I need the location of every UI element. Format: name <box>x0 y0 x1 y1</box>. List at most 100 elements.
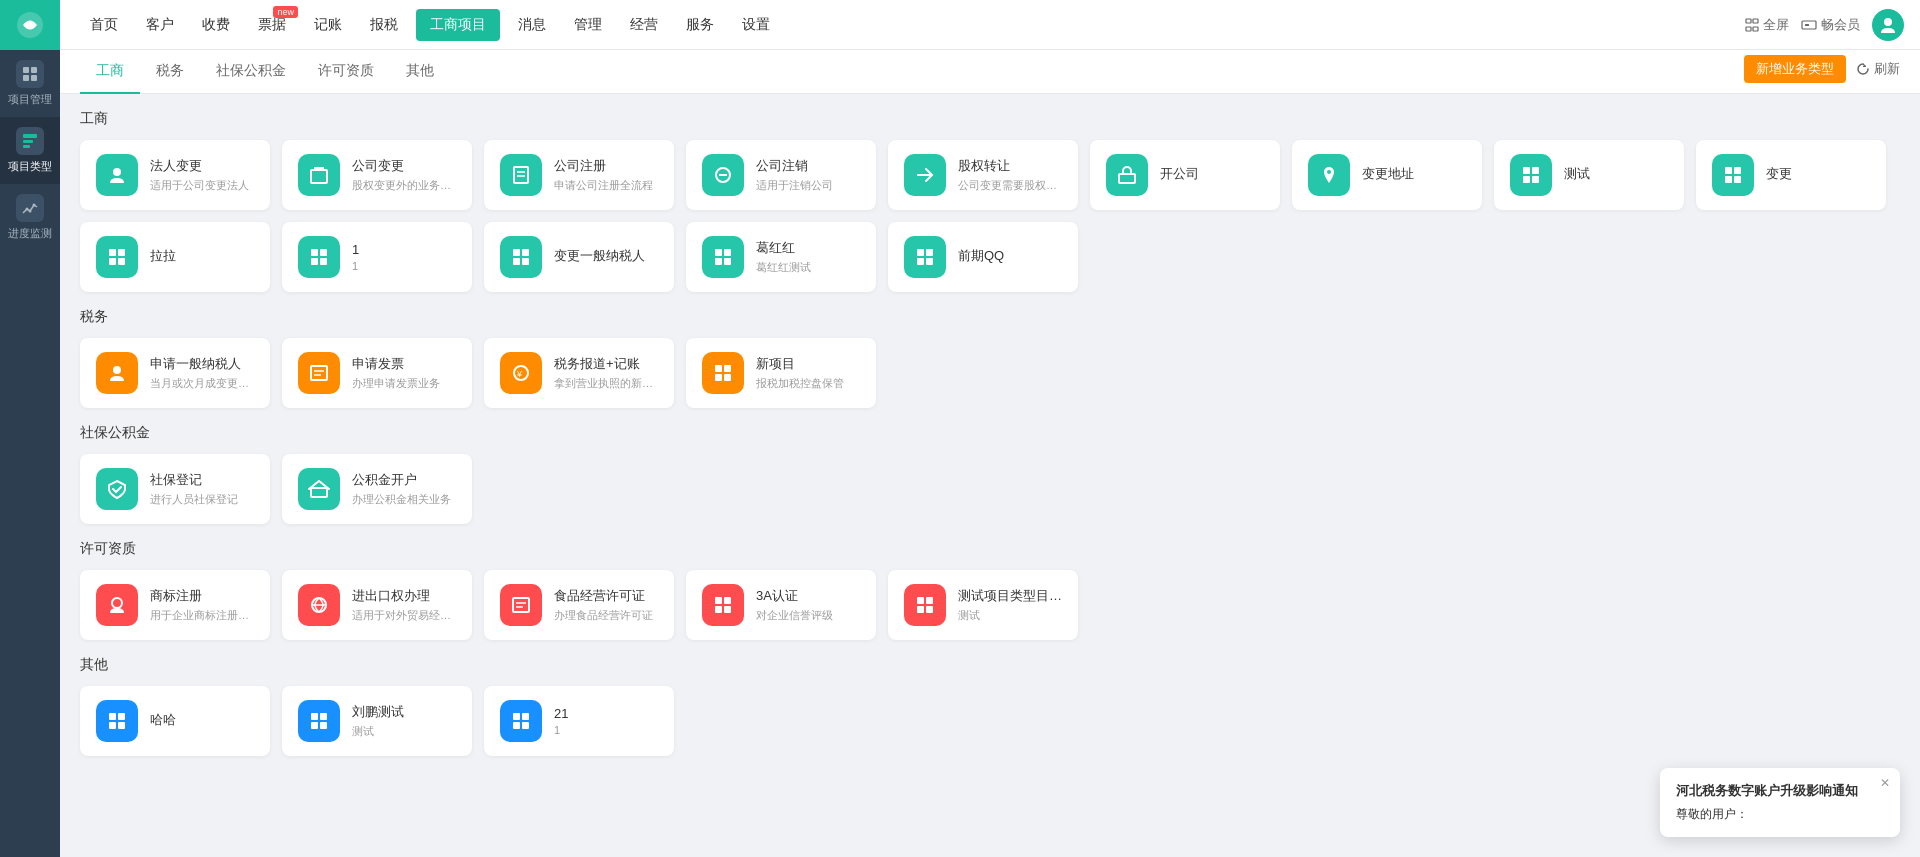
nav-accounting[interactable]: 记账 <box>300 0 356 50</box>
card-desc-food-permit: 办理食品经营许可证 <box>554 608 658 623</box>
card-icon-import-export <box>298 584 340 626</box>
card-import-export[interactable]: 进出口权办理 适用于对外贸易经营者 <box>282 570 472 640</box>
nav-services[interactable]: 服务 <box>672 0 728 50</box>
card-desc-trademark: 用于企业商标注册服务 <box>150 608 254 623</box>
sidebar: 项目管理 项目类型 进度监测 <box>0 0 60 857</box>
tab-xuke[interactable]: 许可资质 <box>302 50 390 94</box>
card-icon-trademark <box>96 584 138 626</box>
card-open-company[interactable]: 开公司 <box>1090 140 1280 210</box>
svg-rect-74 <box>715 606 722 613</box>
card-title-tax-bookkeeping: 税务报道+记账 <box>554 355 658 373</box>
svg-rect-29 <box>1532 167 1539 174</box>
nav-settings[interactable]: 设置 <box>728 0 784 50</box>
svg-rect-36 <box>109 249 116 256</box>
svg-point-67 <box>112 598 122 608</box>
nav-customer[interactable]: 客户 <box>132 0 188 50</box>
sidebar-item-project-type[interactable]: 项目类型 <box>0 117 60 184</box>
card-test-type-def[interactable]: 测试项目类型目定义 测试 <box>888 570 1078 640</box>
card-trademark[interactable]: 商标注册 用于企业商标注册服务 <box>80 570 270 640</box>
card-test1[interactable]: 测试 <box>1494 140 1684 210</box>
card-title-liupeng-test: 刘鹏测试 <box>352 703 456 721</box>
card-title-haha: 哈哈 <box>150 711 254 729</box>
svg-rect-62 <box>715 365 722 372</box>
card-apply-invoice[interactable]: 申请发票 办理申请发票业务 <box>282 338 472 408</box>
card-num21[interactable]: 21 1 <box>484 686 674 756</box>
sidebar-logo[interactable] <box>0 0 60 50</box>
svg-rect-85 <box>320 713 327 720</box>
nav-messages[interactable]: 消息 <box>504 0 560 50</box>
section-title-xuke: 许可资质 <box>80 540 1900 558</box>
card-food-permit[interactable]: 食品经营许可证 办理食品经营许可证 <box>484 570 674 640</box>
fullscreen-button[interactable]: 全屏 <box>1745 16 1789 34</box>
card-desc-apply-invoice: 办理申请发票业务 <box>352 376 456 391</box>
tab-shuiwu[interactable]: 税务 <box>140 50 200 94</box>
nav-management[interactable]: 管理 <box>560 0 616 50</box>
card-change-address[interactable]: 变更地址 <box>1292 140 1482 210</box>
card-lala[interactable]: 拉拉 <box>80 222 270 292</box>
card-icon-test1 <box>1510 154 1552 196</box>
sidebar-item-project-manage[interactable]: 项目管理 <box>0 50 60 117</box>
tab-other[interactable]: 其他 <box>390 50 450 94</box>
section-title-gongshang: 工商 <box>80 110 1900 128</box>
card-qianqi-qq[interactable]: 前期QQ <box>888 222 1078 292</box>
card-title-equity-transfer: 股权转让 <box>958 157 1062 175</box>
svg-rect-77 <box>926 597 933 604</box>
card-mahonghong[interactable]: 葛红红 葛红红测试 <box>686 222 876 292</box>
card-tax-bookkeeping[interactable]: ¥ 税务报道+记账 拿到营业执照的新公司 <box>484 338 674 408</box>
card-desc-3a-cert: 对企业信誉评级 <box>756 608 860 623</box>
card-liupeng-test[interactable]: 刘鹏测试 测试 <box>282 686 472 756</box>
card-legal-change[interactable]: 法人变更 适用于公司变更法人 <box>80 140 270 210</box>
tab-shebao[interactable]: 社保公积金 <box>200 50 302 94</box>
card-company-reg[interactable]: 公司注册 申请公司注册全流程 <box>484 140 674 210</box>
card-icon-test-type-def <box>904 584 946 626</box>
card-title-lala: 拉拉 <box>150 247 254 265</box>
card-icon-change-address <box>1308 154 1350 196</box>
card-title-test1: 测试 <box>1564 165 1668 183</box>
nav-home[interactable]: 首页 <box>76 0 132 50</box>
svg-rect-12 <box>1746 19 1751 23</box>
refresh-button[interactable]: 刷新 <box>1856 60 1900 78</box>
tab-gongshang[interactable]: 工商 <box>80 50 140 94</box>
card-haha[interactable]: 哈哈 <box>80 686 270 756</box>
member-button[interactable]: 畅会员 <box>1801 16 1860 34</box>
card-title-open-company: 开公司 <box>1160 165 1264 183</box>
card-title-import-export: 进出口权办理 <box>352 587 456 605</box>
notification-close-button[interactable]: ✕ <box>1880 776 1890 790</box>
svg-rect-54 <box>917 258 924 265</box>
nav-billing[interactable]: 收费 <box>188 0 244 50</box>
card-change1[interactable]: 变更 <box>1696 140 1886 210</box>
card-title-apply-taxpayer: 申请一般纳税人 <box>150 355 254 373</box>
card-desc-equity-transfer: 公司变更需要股权转让 <box>958 178 1062 193</box>
card-company-cancel[interactable]: 公司注销 适用于注销公司 <box>686 140 876 210</box>
card-apply-taxpayer[interactable]: 申请一般纳税人 当月或次月成变更完成 <box>80 338 270 408</box>
sidebar-item-progress-monitor[interactable]: 进度监测 <box>0 184 60 251</box>
nav-industry[interactable]: 工商项目 <box>416 9 500 41</box>
card-company-change[interactable]: 公司变更 股权变更外的业务变更 <box>282 140 472 210</box>
card-icon-mahonghong <box>702 236 744 278</box>
card-icon-company-reg <box>500 154 542 196</box>
svg-rect-83 <box>118 722 125 729</box>
card-housing-fund[interactable]: 公积金开户 办理公积金相关业务 <box>282 454 472 524</box>
card-desc-social-insurance: 进行人员社保登记 <box>150 492 254 507</box>
svg-rect-8 <box>23 145 30 148</box>
card-num1[interactable]: 1 1 <box>282 222 472 292</box>
svg-rect-69 <box>513 598 529 612</box>
svg-rect-48 <box>715 249 722 256</box>
card-icon-company-change <box>298 154 340 196</box>
user-avatar[interactable] <box>1872 9 1904 41</box>
nav-tax-report[interactable]: 报税 <box>356 0 412 50</box>
card-change-taxpayer[interactable]: 变更一般纳税人 <box>484 222 674 292</box>
card-title-new-project: 新项目 <box>756 355 860 373</box>
nav-tickets[interactable]: 票据 new <box>244 0 300 50</box>
add-business-type-button[interactable]: 新增业务类型 <box>1744 55 1846 83</box>
card-new-project[interactable]: 新项目 报税加税控盘保管 <box>686 338 876 408</box>
card-3a-cert[interactable]: 3A认证 对企业信誉评级 <box>686 570 876 640</box>
nav-operations[interactable]: 经营 <box>616 0 672 50</box>
svg-rect-47 <box>522 258 529 265</box>
card-equity-transfer[interactable]: 股权转让 公司变更需要股权转让 <box>888 140 1078 210</box>
svg-rect-17 <box>1805 24 1809 26</box>
svg-rect-52 <box>917 249 924 256</box>
section-title-shebao: 社保公积金 <box>80 424 1900 442</box>
card-social-insurance[interactable]: 社保登记 进行人员社保登记 <box>80 454 270 524</box>
svg-rect-65 <box>724 374 731 381</box>
